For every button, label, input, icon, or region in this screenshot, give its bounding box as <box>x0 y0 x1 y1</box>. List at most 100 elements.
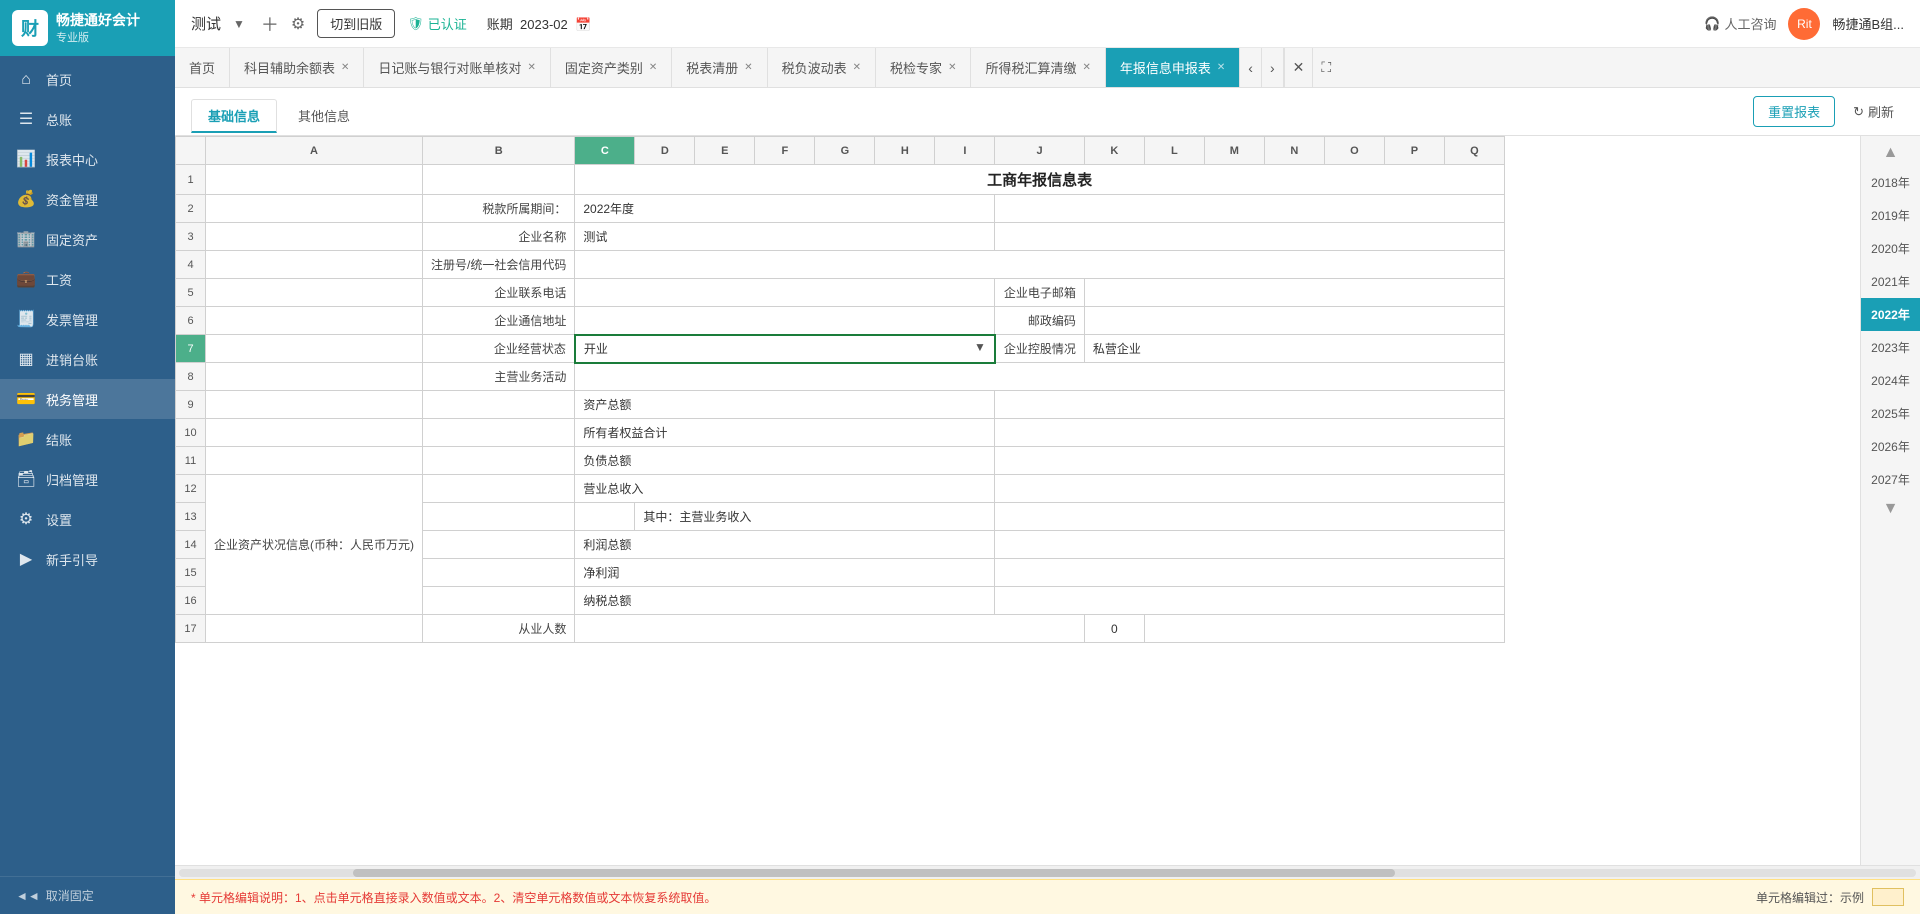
sidebar-item-ledger[interactable]: ☰ 总账 <box>0 99 175 139</box>
cell-3C[interactable]: 测试 <box>575 223 995 251</box>
cell-6B[interactable]: 企业通信地址 <box>423 307 575 335</box>
cell-16B[interactable] <box>423 587 575 615</box>
sidebar-item-tax[interactable]: 💳 税务管理 <box>0 379 175 419</box>
cell-10C[interactable]: 所有者权益合计 <box>575 419 995 447</box>
sidebar-item-wages[interactable]: 💼 工资 <box>0 259 175 299</box>
horizontal-scrollbar[interactable] <box>175 865 1920 879</box>
col-header-N[interactable]: N <box>1264 137 1324 165</box>
cell-11A[interactable] <box>206 447 423 475</box>
tab-annual-report-close-icon[interactable]: ✕ <box>1217 62 1225 73</box>
spreadsheet-scroll[interactable]: A B C D E F G H I J <box>175 136 1860 865</box>
col-header-A[interactable]: A <box>206 137 423 165</box>
col-header-H[interactable]: H <box>875 137 935 165</box>
tab-next-arrow[interactable]: › <box>1262 48 1284 87</box>
cell-14J[interactable] <box>995 531 1505 559</box>
cell-9A[interactable] <box>206 391 423 419</box>
tab-tax-clearance-close-icon[interactable]: ✕ <box>744 62 752 73</box>
tab-home[interactable]: 首页 <box>175 48 230 87</box>
cell-12B[interactable] <box>423 475 575 503</box>
year-item-2024[interactable]: 2024年 <box>1861 364 1920 397</box>
cell-15B[interactable] <box>423 559 575 587</box>
cell-9J[interactable] <box>995 391 1505 419</box>
year-item-2027[interactable]: 2027年 <box>1861 463 1920 496</box>
tab-tax-inspection[interactable]: 税检专家 ✕ <box>876 48 971 87</box>
cell-6J[interactable]: 邮政编码 <box>995 307 1085 335</box>
cell-12A-merged[interactable]: 企业资产状况信息(币种：人民币万元) <box>206 475 423 615</box>
year-item-2018[interactable]: 2018年 <box>1861 166 1920 199</box>
cell-9B[interactable] <box>423 391 575 419</box>
cell-3A[interactable] <box>206 223 423 251</box>
year-item-2021[interactable]: 2021年 <box>1861 265 1920 298</box>
dropdown-arrow-icon[interactable]: ▼ <box>974 340 986 354</box>
col-header-D[interactable]: D <box>635 137 695 165</box>
sidebar-item-closing[interactable]: 📁 结账 <box>0 419 175 459</box>
cell-5K[interactable] <box>1084 279 1504 307</box>
cell-6C[interactable] <box>575 307 995 335</box>
cell-9C[interactable]: 资产总额 <box>575 391 995 419</box>
col-header-M[interactable]: M <box>1204 137 1264 165</box>
cell-14B[interactable] <box>423 531 575 559</box>
cell-7B[interactable]: 企业经营状态 <box>423 335 575 363</box>
sidebar-item-settings[interactable]: ⚙ 设置 <box>0 499 175 539</box>
year-item-2020[interactable]: 2020年 <box>1861 232 1920 265</box>
customer-service-button[interactable]: 🎧 人工咨询 <box>1704 14 1776 33</box>
cell-1B[interactable] <box>423 165 575 195</box>
sidebar-item-assets[interactable]: 🏢 固定资产 <box>0 219 175 259</box>
cell-2J[interactable] <box>995 195 1505 223</box>
cell-10J[interactable] <box>995 419 1505 447</box>
topbar-gear-icon[interactable]: ⚙ <box>291 14 305 34</box>
topbar-add-icon[interactable]: ＋ <box>261 11 279 37</box>
tab-journal-bank-close-icon[interactable]: ✕ <box>527 62 535 73</box>
cell-4B[interactable]: 注册号/统一社会信用代码 <box>423 251 575 279</box>
cell-3J[interactable] <box>995 223 1505 251</box>
cell-13C[interactable] <box>575 503 635 531</box>
cell-1A[interactable] <box>206 165 423 195</box>
cell-5J[interactable]: 企业电子邮箱 <box>995 279 1085 307</box>
col-header-O[interactable]: O <box>1324 137 1384 165</box>
sidebar-item-archive[interactable]: 🗃 归档管理 <box>0 459 175 499</box>
collapse-sidebar-button[interactable]: ◄◄ 取消固定 <box>0 876 175 914</box>
col-header-J[interactable]: J <box>995 137 1085 165</box>
tab-tax-fluctuation[interactable]: 税负波动表 ✕ <box>768 48 876 87</box>
col-header-I[interactable]: I <box>935 137 995 165</box>
cell-7C-dropdown[interactable]: 开业 ▼ <box>575 335 995 363</box>
cell-7A[interactable] <box>206 335 423 363</box>
cell-8B[interactable]: 主营业务活动 <box>423 363 575 391</box>
switch-old-version-button[interactable]: 切到旧版 <box>317 9 395 38</box>
col-header-F[interactable]: F <box>755 137 815 165</box>
tab-fixed-assets-type-close-icon[interactable]: ✕ <box>649 62 657 73</box>
col-header-K[interactable]: K <box>1084 137 1144 165</box>
h-scroll-track[interactable] <box>179 869 1916 877</box>
sidebar-item-inventory[interactable]: ▦ 进销台账 <box>0 339 175 379</box>
cell-16J[interactable] <box>995 587 1505 615</box>
cell-6A[interactable] <box>206 307 423 335</box>
tab-tax-clearance[interactable]: 税表清册 ✕ <box>672 48 767 87</box>
cell-2B[interactable]: 税款所属期间： <box>423 195 575 223</box>
cell-17L[interactable] <box>1144 615 1504 643</box>
cell-11C[interactable]: 负债总额 <box>575 447 995 475</box>
tab-tax-fluctuation-close-icon[interactable]: ✕ <box>853 62 861 73</box>
tab-income-tax-close-icon[interactable]: ✕ <box>1082 62 1090 73</box>
cell-2C[interactable]: 2022年度 <box>575 195 995 223</box>
cell-17A[interactable] <box>206 615 423 643</box>
sidebar-item-guide[interactable]: ▶ 新手引导 <box>0 539 175 579</box>
user-avatar[interactable]: Rit <box>1788 8 1820 40</box>
cell-8A[interactable] <box>206 363 423 391</box>
cell-13D[interactable]: 其中：主营业务收入 <box>635 503 995 531</box>
cell-12J[interactable] <box>995 475 1505 503</box>
tab-journal-bank[interactable]: 日记账与银行对账单核对 ✕ <box>364 48 550 87</box>
cell-17K[interactable]: 0 <box>1084 615 1144 643</box>
year-scroll-down-button[interactable]: ▼ <box>1879 496 1903 522</box>
tab-expand-button[interactable]: ⛶ <box>1312 48 1339 87</box>
cell-13B[interactable] <box>423 503 575 531</box>
cell-7K[interactable]: 私营企业 <box>1084 335 1504 363</box>
col-header-C[interactable]: C <box>575 137 635 165</box>
cell-4C[interactable] <box>575 251 1505 279</box>
col-header-E[interactable]: E <box>695 137 755 165</box>
cell-10B[interactable] <box>423 419 575 447</box>
cell-4A[interactable] <box>206 251 423 279</box>
tab-fixed-assets-type[interactable]: 固定资产类别 ✕ <box>551 48 672 87</box>
cell-17C[interactable] <box>575 615 1085 643</box>
year-item-2019[interactable]: 2019年 <box>1861 199 1920 232</box>
col-header-Q[interactable]: Q <box>1444 137 1504 165</box>
